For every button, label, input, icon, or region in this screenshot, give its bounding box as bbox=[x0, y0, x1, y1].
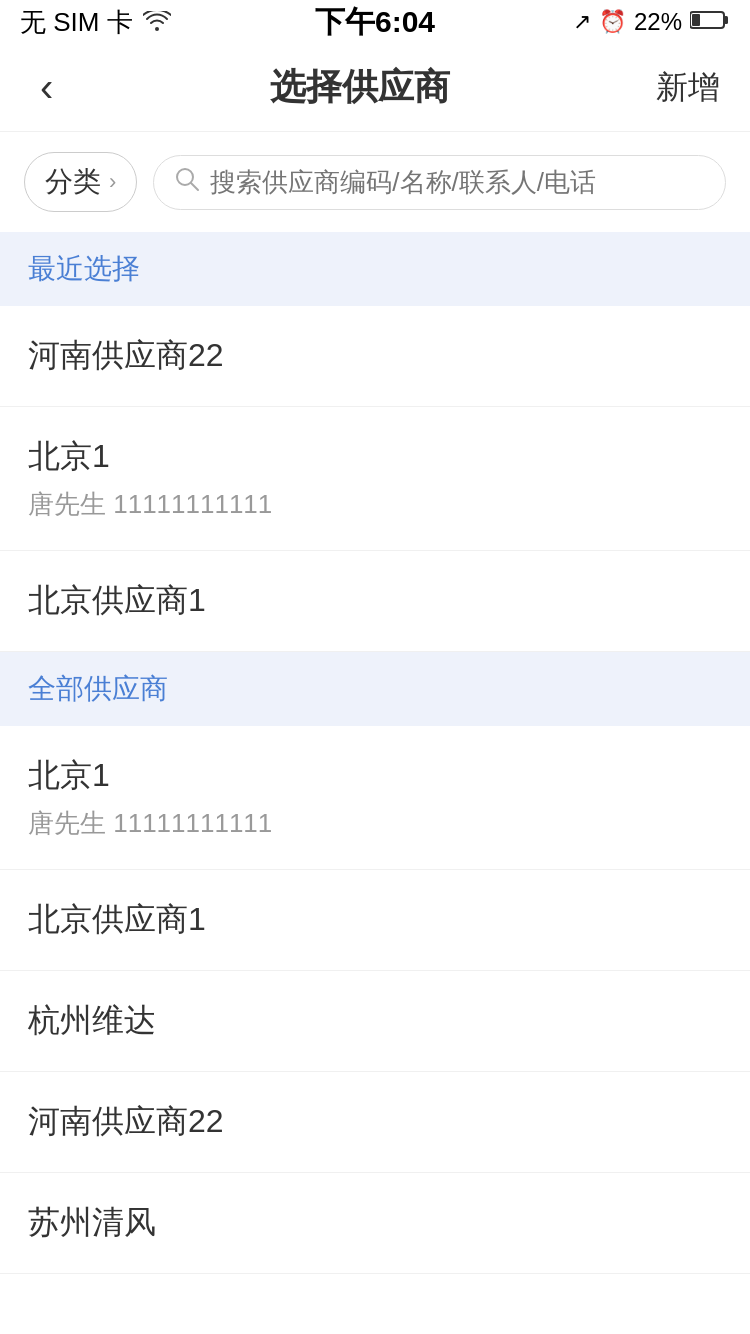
svg-rect-2 bbox=[692, 14, 700, 26]
list-item[interactable]: 苏州清风 bbox=[0, 1173, 750, 1274]
list-item[interactable]: 北京1 唐先生 11111111111 bbox=[0, 407, 750, 551]
status-time: 下午6:04 bbox=[315, 2, 435, 43]
list-item[interactable]: 河南供应商22 bbox=[0, 306, 750, 407]
status-right: ↗ ⏰ 22% bbox=[573, 8, 730, 36]
wifi-icon bbox=[143, 7, 171, 38]
location-icon: ↗ bbox=[573, 9, 591, 35]
alarm-icon: ⏰ bbox=[599, 9, 626, 35]
status-left: 无 SIM 卡 bbox=[20, 5, 171, 40]
list-item[interactable]: 河南供应商22 bbox=[0, 1072, 750, 1173]
add-button[interactable]: 新增 bbox=[656, 66, 720, 110]
svg-rect-1 bbox=[724, 16, 728, 24]
item-name: 杭州维达 bbox=[28, 999, 722, 1043]
item-sub: 唐先生 11111111111 bbox=[28, 806, 722, 841]
item-sub: 唐先生 11111111111 bbox=[28, 487, 722, 522]
category-button[interactable]: 分类 › bbox=[24, 152, 137, 212]
list-item[interactable]: 北京供应商1 bbox=[0, 551, 750, 652]
chevron-right-icon: › bbox=[109, 169, 116, 195]
item-name: 北京1 bbox=[28, 754, 722, 798]
carrier-text: 无 SIM 卡 bbox=[20, 5, 133, 40]
battery-icon bbox=[690, 8, 730, 36]
all-items-list: 北京1 唐先生 11111111111 北京供应商1 杭州维达河南供应商22 苏州清风 bbox=[0, 726, 750, 1274]
item-name: 北京供应商1 bbox=[28, 898, 722, 942]
svg-line-4 bbox=[191, 183, 198, 190]
search-box bbox=[153, 155, 726, 210]
list-item[interactable]: 北京供应商1 bbox=[0, 870, 750, 971]
nav-bar: ‹ 选择供应商 新增 bbox=[0, 44, 750, 132]
page-title: 选择供应商 bbox=[270, 63, 450, 112]
item-name: 北京供应商1 bbox=[28, 579, 722, 623]
status-bar: 无 SIM 卡 下午6:04 ↗ ⏰ 22% bbox=[0, 0, 750, 44]
search-icon bbox=[174, 166, 200, 199]
recent-items-list: 河南供应商22 北京1 唐先生 11111111111 北京供应商1 bbox=[0, 306, 750, 652]
search-input[interactable] bbox=[210, 167, 705, 198]
battery-text: 22% bbox=[634, 8, 682, 36]
item-name: 河南供应商22 bbox=[28, 334, 722, 378]
list-item[interactable]: 杭州维达 bbox=[0, 971, 750, 1072]
item-name: 苏州清风 bbox=[28, 1201, 722, 1245]
recent-section-header: 最近选择 bbox=[0, 232, 750, 306]
item-name: 河南供应商22 bbox=[28, 1100, 722, 1144]
category-label: 分类 bbox=[45, 163, 101, 201]
filter-bar: 分类 › bbox=[0, 132, 750, 232]
all-section-header: 全部供应商 bbox=[0, 652, 750, 726]
item-name: 北京1 bbox=[28, 435, 722, 479]
list-item[interactable]: 北京1 唐先生 11111111111 bbox=[0, 726, 750, 870]
back-button[interactable]: ‹ bbox=[30, 55, 63, 120]
